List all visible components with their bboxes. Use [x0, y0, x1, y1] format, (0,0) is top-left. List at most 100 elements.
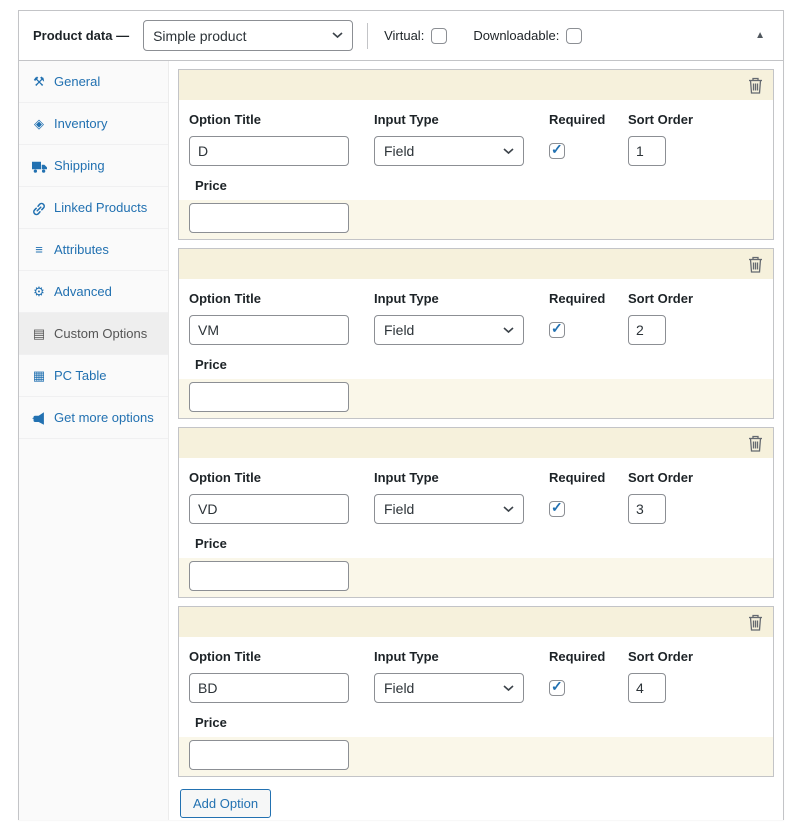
option-title-label: Option Title — [189, 112, 261, 127]
price-row — [179, 200, 773, 239]
option-title-input[interactable] — [189, 315, 349, 345]
price-row — [179, 379, 773, 418]
header-divider — [367, 22, 369, 49]
price-input[interactable] — [189, 382, 349, 412]
product-data-body: ⚒ General ◈ Inventory Shipping Linked Pr… — [19, 61, 783, 820]
attributes-icon: ≡ — [35, 242, 43, 257]
sidebar-item-label: Get more options — [54, 410, 154, 425]
product-data-header: Product data — Simple product Virtual: D… — [19, 11, 783, 61]
option-card-header — [179, 607, 773, 637]
input-type-select[interactable]: Field — [374, 673, 524, 703]
chevron-down-icon — [332, 32, 343, 39]
price-label-row: Price — [179, 703, 773, 737]
sidebar-item-attributes[interactable]: ≡ Attributes — [19, 229, 168, 271]
option-title-input[interactable] — [189, 136, 349, 166]
sidebar-item-get-more-options[interactable]: Get more options — [19, 397, 168, 439]
option-fields-row: Option Title Input Type Field Required — [179, 279, 773, 345]
product-type-value: Simple product — [153, 27, 247, 44]
megaphone-icon — [31, 409, 47, 426]
gear-icon: ⚙ — [33, 284, 45, 299]
sidebar-item-shipping[interactable]: Shipping — [19, 145, 168, 187]
virtual-label: Virtual: — [384, 28, 425, 43]
input-type-value: Field — [384, 501, 415, 517]
option-fields-row: Option Title Input Type Field Required — [179, 100, 773, 166]
add-option-button[interactable]: Add Option — [180, 789, 272, 818]
panel-title: Product data — — [33, 28, 130, 43]
sort-order-label: Sort Order — [628, 291, 694, 306]
option-title-label: Option Title — [189, 649, 261, 664]
sidebar-item-general[interactable]: ⚒ General — [19, 61, 168, 103]
inventory-icon: ◈ — [34, 116, 44, 131]
product-data-panel: Product data — Simple product Virtual: D… — [18, 10, 784, 820]
input-type-label: Input Type — [374, 470, 439, 485]
sidebar-item-label: General — [54, 74, 101, 89]
required-checkbox[interactable] — [549, 141, 565, 159]
price-label: Price — [195, 536, 227, 551]
option-title-label: Option Title — [189, 291, 261, 306]
sidebar-item-pc-table[interactable]: ▦ PC Table — [19, 355, 168, 397]
price-row — [179, 558, 773, 597]
input-type-select[interactable]: Field — [374, 136, 524, 166]
price-label-row: Price — [179, 345, 773, 379]
chevron-down-icon — [503, 505, 514, 512]
price-input[interactable] — [189, 561, 349, 591]
price-label: Price — [195, 357, 227, 372]
sidebar-item-label: Advanced — [54, 284, 112, 299]
option-title-input[interactable] — [189, 494, 349, 524]
price-input[interactable] — [189, 740, 349, 770]
input-type-label: Input Type — [374, 649, 439, 664]
input-type-select[interactable]: Field — [374, 494, 524, 524]
collapse-panel-icon[interactable]: ▲ — [751, 26, 769, 45]
option-card-header — [179, 249, 773, 279]
sort-order-label: Sort Order — [628, 649, 694, 664]
price-input[interactable] — [189, 203, 349, 233]
trash-icon[interactable] — [748, 256, 763, 273]
sidebar-item-label: Linked Products — [54, 200, 148, 215]
input-type-select[interactable]: Field — [374, 315, 524, 345]
table-icon: ▦ — [32, 368, 46, 383]
input-type-value: Field — [384, 680, 415, 696]
custom-options-panel: Option Title Input Type Field Required — [169, 61, 783, 820]
wrench-icon: ⚒ — [33, 74, 45, 89]
product-type-select[interactable]: Simple product — [143, 20, 354, 51]
trash-icon[interactable] — [748, 435, 763, 452]
option-card-header — [179, 428, 773, 458]
option-card: Option Title Input Type Field Required — [178, 427, 774, 598]
option-card: Option Title Input Type Field Required — [178, 606, 774, 777]
downloadable-checkbox[interactable] — [566, 27, 583, 44]
input-type-value: Field — [384, 143, 415, 159]
price-row — [179, 737, 773, 776]
sidebar-item-label: Inventory — [54, 116, 108, 131]
input-type-label: Input Type — [374, 112, 439, 127]
list-icon: ▤ — [32, 326, 46, 341]
required-label: Required — [549, 291, 606, 306]
required-checkbox[interactable] — [549, 320, 565, 338]
trash-icon[interactable] — [748, 614, 763, 631]
virtual-checkbox[interactable] — [431, 27, 448, 44]
input-type-value: Field — [384, 322, 415, 338]
option-fields-row: Option Title Input Type Field Required — [179, 458, 773, 524]
input-type-label: Input Type — [374, 291, 439, 306]
chevron-down-icon — [503, 147, 514, 154]
sidebar-item-custom-options[interactable]: ▤ Custom Options — [19, 313, 168, 355]
sidebar-item-label: Attributes — [54, 242, 109, 257]
price-label-row: Price — [179, 166, 773, 200]
required-checkbox[interactable] — [549, 678, 565, 696]
sort-order-input[interactable] — [628, 673, 666, 703]
required-label: Required — [549, 649, 606, 664]
sidebar-item-advanced[interactable]: ⚙ Advanced — [19, 271, 168, 313]
sort-order-input[interactable] — [628, 494, 666, 524]
sidebar-item-label: Shipping — [54, 158, 105, 173]
sort-order-input[interactable] — [628, 315, 666, 345]
option-title-input[interactable] — [189, 673, 349, 703]
sidebar-item-linked-products[interactable]: Linked Products — [19, 187, 168, 229]
price-label: Price — [195, 178, 227, 193]
required-checkbox[interactable] — [549, 499, 565, 517]
truck-icon — [31, 157, 47, 174]
required-label: Required — [549, 112, 606, 127]
link-icon — [31, 199, 47, 216]
chevron-down-icon — [503, 326, 514, 333]
sort-order-input[interactable] — [628, 136, 666, 166]
trash-icon[interactable] — [748, 77, 763, 94]
sidebar-item-inventory[interactable]: ◈ Inventory — [19, 103, 168, 145]
